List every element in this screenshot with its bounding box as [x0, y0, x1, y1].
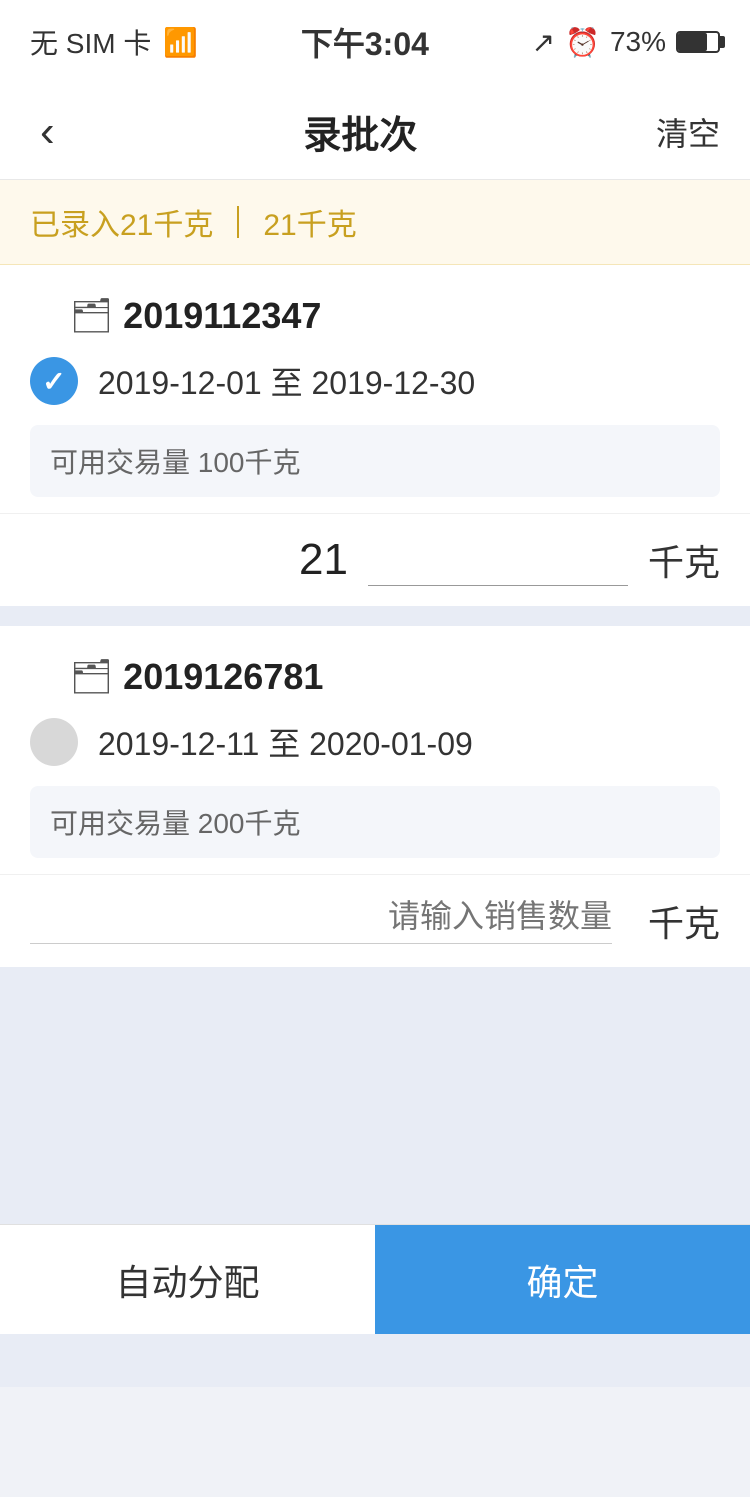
batch-1-header: 🗂 2019112347 [0, 265, 750, 347]
carrier-text: 无 SIM 卡 [30, 22, 151, 62]
back-button[interactable]: ‹ [30, 97, 65, 167]
batch-2-availability: 可用交易量 200千克 [30, 786, 720, 858]
batch-1-checkbox[interactable]: ✓ [30, 357, 78, 405]
info-recorded-label: 已录入21千克 [30, 200, 213, 244]
batch-2-icon: 🗂 [70, 657, 113, 697]
batch-1-date-row[interactable]: ✓ 2019-12-01 至 2019-12-30 [0, 347, 750, 415]
batch-1-quantity-unit: 千克 [648, 534, 720, 586]
batch-1-quantity-row: 21 千克 [0, 513, 750, 606]
status-time: 下午3:04 [301, 19, 429, 65]
alarm-icon: ⏰ [565, 26, 600, 59]
batch-2-checkbox[interactable] [30, 718, 78, 766]
batch-1-date: 2019-12-01 至 2019-12-30 [98, 358, 475, 404]
batch-2-quantity-input[interactable] [30, 898, 612, 935]
wifi-icon: 📶 [163, 26, 198, 59]
status-left: 无 SIM 卡 📶 [30, 22, 198, 62]
location-icon: ↗ [532, 26, 555, 59]
battery-text: 73% [610, 26, 666, 58]
batch-2-header: 🗂 2019126781 [0, 626, 750, 708]
batch-1-availability: 可用交易量 100千克 [30, 425, 720, 497]
batch-2-quantity-unit: 千克 [648, 895, 720, 947]
section-separator-1 [0, 606, 750, 626]
batch-card-1: 🗂 2019112347 ✓ 2019-12-01 至 2019-12-30 可… [0, 265, 750, 606]
status-right: ↗ ⏰ 73% [532, 26, 720, 59]
auto-distribute-button[interactable]: 自动分配 [0, 1225, 375, 1334]
nav-bar: ‹ 录批次 清空 [0, 84, 750, 180]
batch-2-date: 2019-12-11 至 2020-01-09 [98, 719, 473, 765]
batch-2-number: 2019126781 [123, 656, 323, 698]
batch-card-2: 🗂 2019126781 2019-12-11 至 2020-01-09 可用交… [0, 626, 750, 967]
clear-button[interactable]: 清空 [656, 109, 720, 155]
info-banner: 已录入21千克 21千克 [0, 180, 750, 265]
status-bar: 无 SIM 卡 📶 下午3:04 ↗ ⏰ 73% [0, 0, 750, 84]
info-divider [237, 206, 239, 238]
confirm-button[interactable]: 确定 [375, 1225, 750, 1334]
page-title: 录批次 [303, 104, 417, 159]
battery-icon [676, 31, 720, 53]
batch-2-date-row[interactable]: 2019-12-11 至 2020-01-09 [0, 708, 750, 776]
info-value: 21千克 [263, 200, 356, 244]
batch-1-quantity-value: 21 [299, 535, 348, 585]
batch-1-number: 2019112347 [123, 295, 321, 337]
bottom-bar: 自动分配 确定 [0, 1224, 750, 1334]
batch-1-icon: 🗂 [70, 296, 113, 336]
batch-1-checkmark: ✓ [42, 365, 65, 398]
batch-2-quantity-row: 千克 [0, 874, 750, 967]
